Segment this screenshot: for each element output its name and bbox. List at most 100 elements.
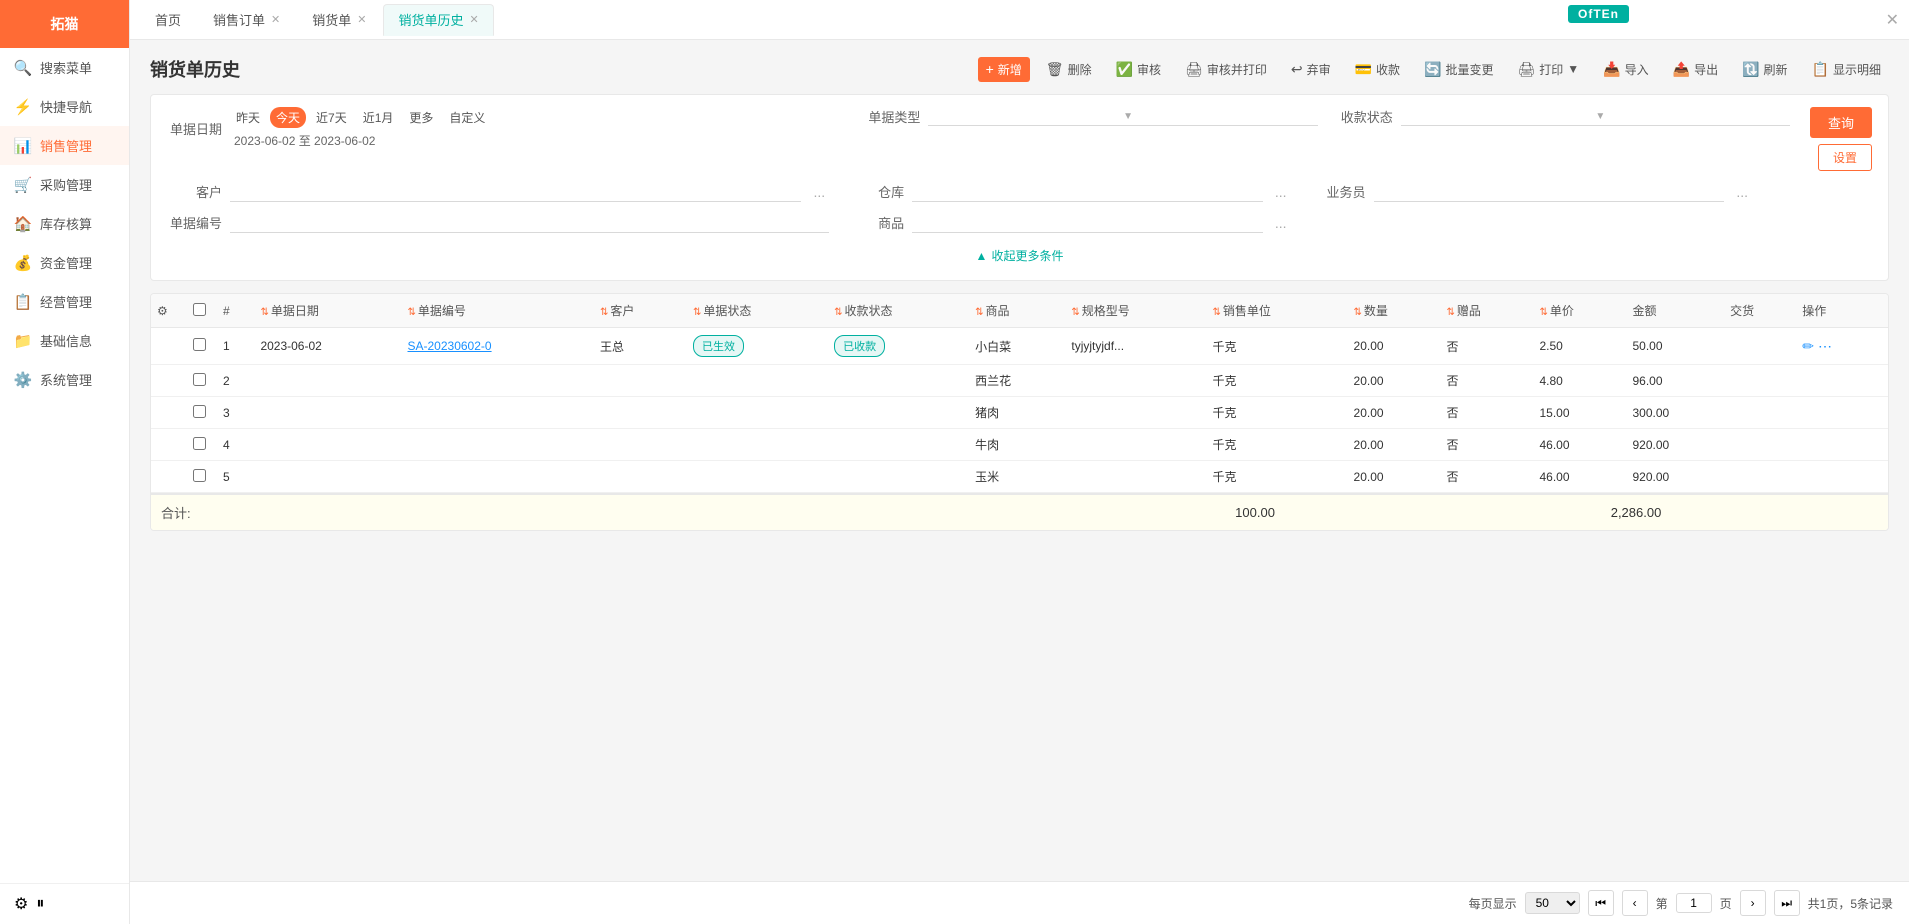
- col-checkbox[interactable]: [187, 294, 217, 328]
- first-page-button[interactable]: ⏮: [1588, 890, 1614, 916]
- doc-no-link-0[interactable]: SA-20230602-0: [408, 339, 492, 353]
- sidebar-item-search-menu[interactable]: 🔍 搜索菜单: [0, 48, 129, 87]
- date-tabs: 昨天 今天 近7天 近1月 更多 自定义: [230, 107, 491, 128]
- add-button[interactable]: + 新增: [978, 57, 1030, 82]
- select-all-checkbox[interactable]: [193, 303, 206, 316]
- doc-type-dropdown[interactable]: ▼: [928, 108, 1317, 126]
- warehouse-dots-button[interactable]: ...: [1271, 182, 1291, 202]
- edit-action-0[interactable]: ✏: [1802, 338, 1814, 354]
- customer-input[interactable]: [230, 181, 801, 202]
- sidebar-item-operations[interactable]: 📋 经营管理: [0, 282, 129, 321]
- collapse-up-icon: ▲: [976, 249, 988, 263]
- action-cell[interactable]: [1796, 365, 1888, 397]
- date-tab-more[interactable]: 更多: [403, 107, 439, 128]
- sidebar-item-quick-nav[interactable]: ⚡ 快捷导航: [0, 87, 129, 126]
- action-cell[interactable]: [1796, 461, 1888, 493]
- refresh-button[interactable]: 🔃 刷新: [1734, 57, 1795, 82]
- tab-home[interactable]: 首页: [140, 4, 196, 36]
- doc-no-cell[interactable]: [402, 461, 595, 493]
- row-checkbox-3[interactable]: [193, 437, 206, 450]
- inventory-icon: 🏠: [14, 215, 32, 233]
- tab-sales-history[interactable]: 销货单历史 ✕: [383, 4, 493, 36]
- checkbox-cell[interactable]: [187, 461, 217, 493]
- abandon-button[interactable]: ↩ 弃审: [1283, 57, 1339, 82]
- date-tab-1month[interactable]: 近1月: [357, 107, 400, 128]
- col-qty[interactable]: ⇅数量: [1348, 294, 1441, 328]
- col-gift[interactable]: ⇅赠品: [1441, 294, 1534, 328]
- date-tab-today[interactable]: 今天: [270, 107, 306, 128]
- tab-bar-close-all[interactable]: ✕: [1886, 10, 1899, 30]
- action-cell[interactable]: ✏⋯: [1796, 328, 1888, 365]
- col-settings[interactable]: ⚙: [151, 294, 187, 328]
- sidebar-item-inventory[interactable]: 🏠 库存核算: [0, 204, 129, 243]
- row-checkbox-2[interactable]: [193, 405, 206, 418]
- delete-button[interactable]: 🗑 删除: [1038, 57, 1100, 82]
- product-dots-button[interactable]: ...: [1271, 213, 1291, 233]
- tab-sales-history-close[interactable]: ✕: [470, 13, 479, 26]
- collect-button[interactable]: 💳 收款: [1347, 57, 1408, 82]
- checkbox-cell[interactable]: [187, 397, 217, 429]
- show-detail-button[interactable]: 📋 显示明细: [1804, 57, 1889, 82]
- col-price[interactable]: ⇅单价: [1533, 294, 1626, 328]
- trade-cell: [1724, 328, 1796, 365]
- col-unit[interactable]: ⇅销售单位: [1206, 294, 1347, 328]
- tab-sales-order[interactable]: 销售订单 ✕: [198, 4, 295, 36]
- row-checkbox-1[interactable]: [193, 373, 206, 386]
- set-button[interactable]: 设置: [1818, 144, 1872, 171]
- sidebar-collapse-icon[interactable]: ⏸: [36, 895, 44, 913]
- more-action-0[interactable]: ⋯: [1818, 338, 1832, 354]
- sidebar-item-purchase-mgmt[interactable]: 🛒 采购管理: [0, 165, 129, 204]
- sidebar-item-basic-info[interactable]: 📁 基础信息: [0, 321, 129, 360]
- action-cell[interactable]: [1796, 397, 1888, 429]
- batch-change-button[interactable]: 🔄 批量变更: [1416, 57, 1501, 82]
- customer-dots-button[interactable]: ...: [809, 182, 829, 202]
- row-checkbox-0[interactable]: [193, 338, 206, 351]
- col-customer[interactable]: ⇅客户: [594, 294, 687, 328]
- export-icon: 📤: [1673, 61, 1690, 78]
- doc-number-input[interactable]: [230, 212, 829, 233]
- doc-no-cell[interactable]: SA-20230602-0: [402, 328, 595, 365]
- col-pay-status[interactable]: ⇅收款状态: [828, 294, 969, 328]
- warehouse-input[interactable]: [912, 181, 1263, 202]
- col-doc-no[interactable]: ⇅单据编号: [402, 294, 595, 328]
- salesperson-input[interactable]: [1374, 181, 1725, 202]
- next-page-button[interactable]: ›: [1740, 890, 1766, 916]
- date-tab-custom[interactable]: 自定义: [443, 107, 491, 128]
- sidebar-item-sales-mgmt[interactable]: 📊 销售管理: [0, 126, 129, 165]
- action-cell[interactable]: [1796, 429, 1888, 461]
- col-date[interactable]: ⇅单据日期: [254, 294, 401, 328]
- amount-cell: 300.00: [1626, 397, 1724, 429]
- tab-sales-goods-close[interactable]: ✕: [357, 13, 366, 26]
- checkbox-cell[interactable]: [187, 365, 217, 397]
- tab-sales-order-close[interactable]: ✕: [271, 13, 280, 26]
- audit-button[interactable]: ✅ 审核: [1108, 57, 1169, 82]
- import-button[interactable]: 📥 导入: [1595, 57, 1656, 82]
- date-tab-yesterday[interactable]: 昨天: [230, 107, 266, 128]
- collapse-button[interactable]: ▲ 收起更多条件: [167, 243, 1872, 268]
- doc-no-cell[interactable]: [402, 365, 595, 397]
- sidebar-item-finance[interactable]: 💰 资金管理: [0, 243, 129, 282]
- col-doc-status[interactable]: ⇅单据状态: [687, 294, 828, 328]
- export-button[interactable]: 📤 导出: [1665, 57, 1726, 82]
- doc-no-cell[interactable]: [402, 397, 595, 429]
- checkbox-cell[interactable]: [187, 429, 217, 461]
- row-checkbox-4[interactable]: [193, 469, 206, 482]
- sidebar-settings-icon[interactable]: ⚙: [14, 894, 28, 914]
- product-input[interactable]: [912, 212, 1263, 233]
- tab-sales-goods[interactable]: 销货单 ✕: [297, 4, 381, 36]
- doc-no-cell[interactable]: [402, 429, 595, 461]
- col-product[interactable]: ⇅商品: [969, 294, 1065, 328]
- print-button[interactable]: 🖨 打印 ▼: [1510, 57, 1588, 82]
- sidebar-item-system-mgmt[interactable]: ⚙️ 系统管理: [0, 360, 129, 399]
- prev-page-button[interactable]: ‹: [1622, 890, 1648, 916]
- page-number-input[interactable]: [1676, 893, 1712, 913]
- salesperson-dots-button[interactable]: ...: [1732, 182, 1752, 202]
- date-tab-7days[interactable]: 近7天: [310, 107, 353, 128]
- checkbox-cell[interactable]: [187, 328, 217, 365]
- col-spec[interactable]: ⇅规格型号: [1065, 294, 1206, 328]
- query-button[interactable]: 查询: [1810, 107, 1872, 138]
- audit-print-button[interactable]: 🖨 审核并打印: [1177, 57, 1275, 82]
- page-size-select[interactable]: 50 100 200: [1525, 892, 1580, 914]
- last-page-button[interactable]: ⏭: [1774, 890, 1800, 916]
- pay-status-dropdown[interactable]: ▼: [1401, 108, 1790, 126]
